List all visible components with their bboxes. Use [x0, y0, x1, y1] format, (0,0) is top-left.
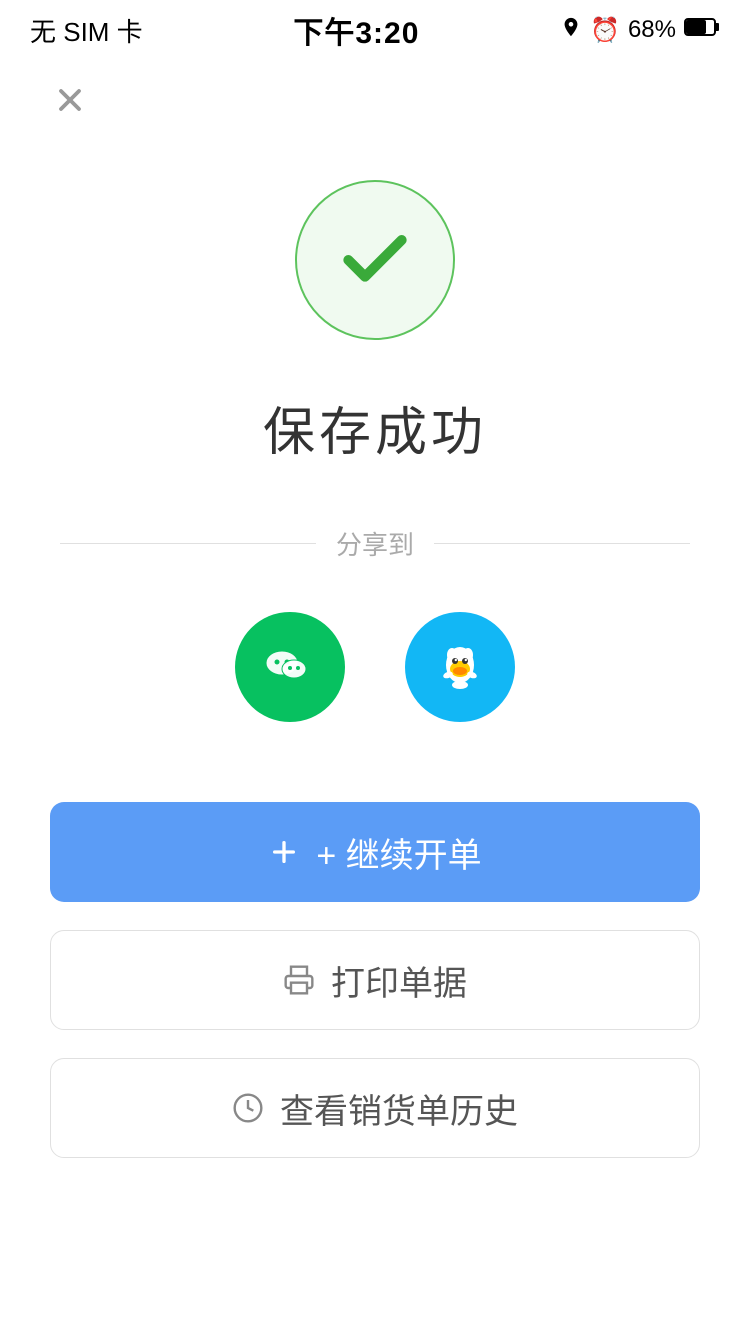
continue-label: + 继续开单 — [316, 828, 481, 877]
print-button[interactable]: 打印单据 — [50, 930, 700, 1030]
qq-share-button[interactable] — [405, 612, 515, 722]
battery-icon — [684, 16, 720, 44]
sim-label: 无 SIM 卡 — [30, 12, 143, 49]
close-button[interactable] — [40, 70, 100, 130]
history-label: 查看销货单历史 — [280, 1084, 518, 1133]
status-time: 下午3:20 — [293, 8, 419, 52]
location-icon — [560, 16, 582, 45]
alarm-icon: ⏰ — [590, 16, 620, 45]
share-icons — [235, 612, 515, 722]
status-left: 无 SIM 卡 — [30, 12, 153, 49]
actions: + 继续开单 打印单据 查看销货单历史 — [0, 802, 750, 1158]
history-button[interactable]: 查看销货单历史 — [50, 1058, 700, 1158]
success-circle — [295, 180, 455, 340]
battery-label: 68% — [628, 16, 676, 44]
print-label: 打印单据 — [331, 956, 467, 1005]
status-right: ⏰ 68% — [560, 16, 720, 45]
share-section: 分享到 — [0, 525, 750, 562]
continue-button[interactable]: + 继续开单 — [50, 802, 700, 902]
wechat-share-button[interactable] — [235, 612, 345, 722]
share-label: 分享到 — [60, 525, 690, 562]
main-content: 保存成功 分享到 — [0, 60, 750, 1158]
success-title: 保存成功 — [263, 390, 487, 465]
status-bar: 无 SIM 卡 下午3:20 ⏰ 68% — [0, 0, 750, 60]
